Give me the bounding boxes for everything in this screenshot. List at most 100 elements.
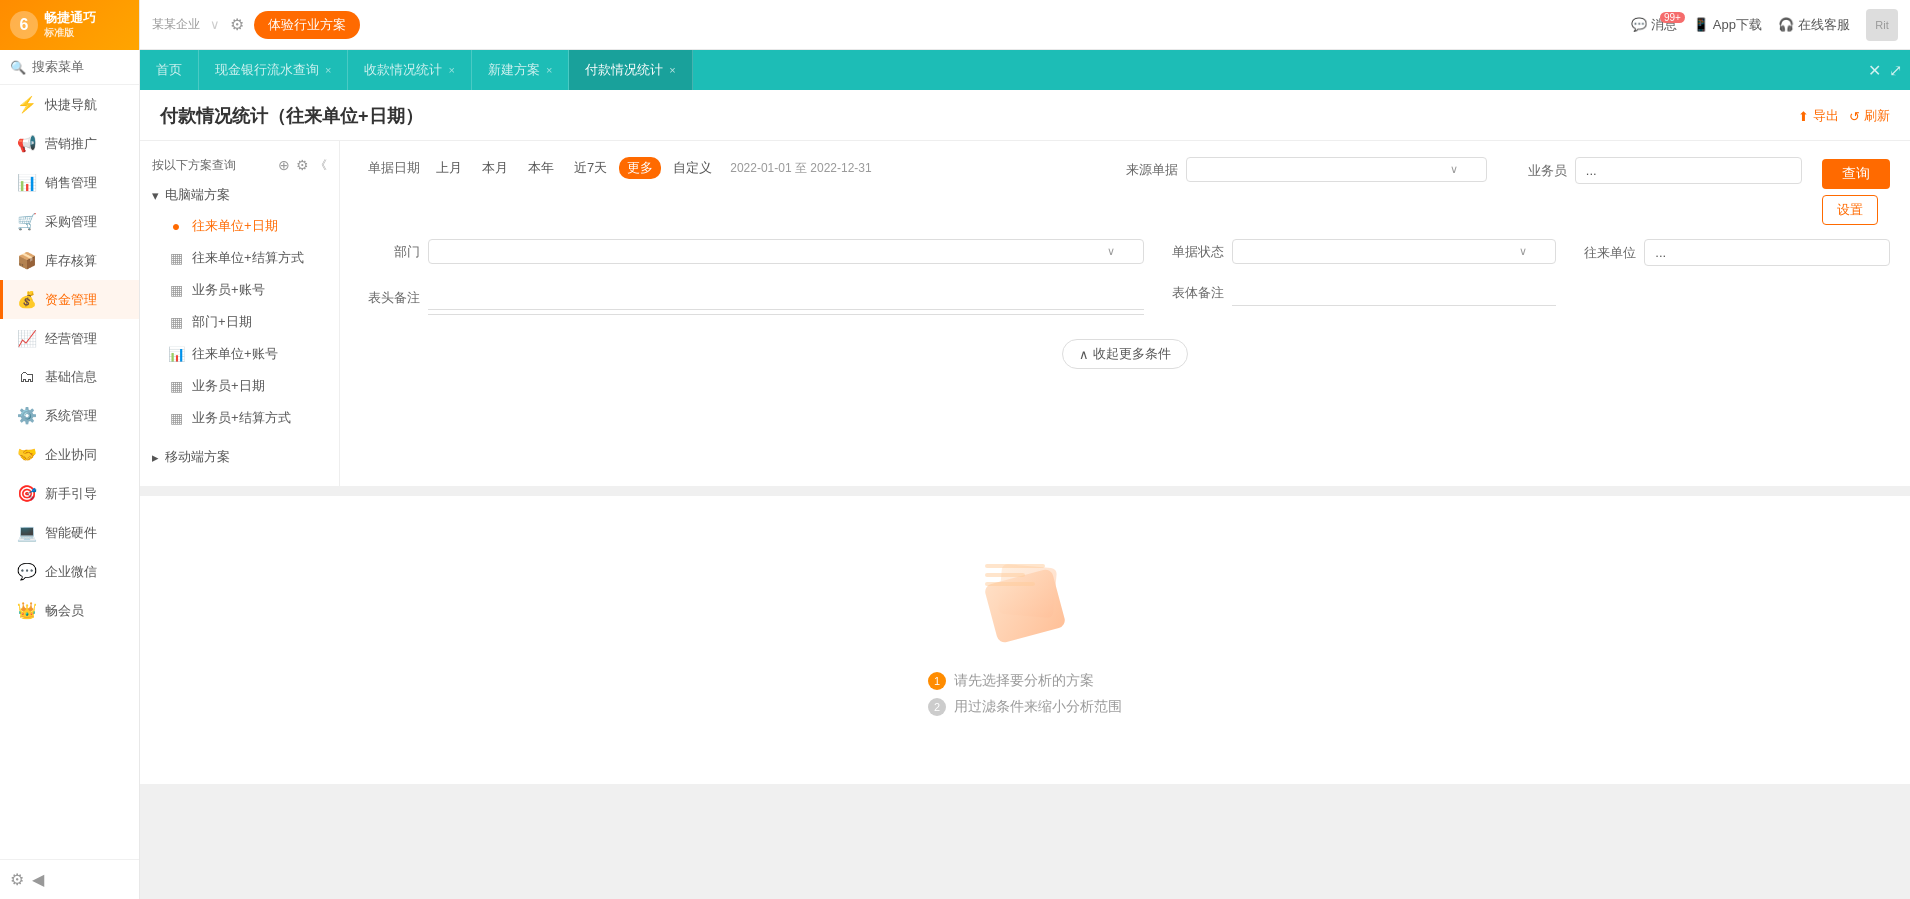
app-download-btn[interactable]: 📱 App下载: [1693, 16, 1762, 34]
refresh-btn[interactable]: ↺ 刷新: [1849, 107, 1890, 125]
sidebar-item-finance[interactable]: 💰 资金管理: [0, 280, 139, 319]
collapse-more-btn[interactable]: ∧ 收起更多条件: [1062, 339, 1188, 369]
date-tab-more[interactable]: 更多: [619, 157, 661, 179]
sidebar-item-marketing[interactable]: 📢 营销推广: [0, 124, 139, 163]
sidebar-item-member[interactable]: 👑 畅会员: [0, 591, 139, 630]
online-service-btn[interactable]: 🎧 在线客服: [1778, 16, 1850, 34]
date-tab-this-year[interactable]: 本年: [520, 157, 562, 179]
scheme-item-dept-date[interactable]: ▦ 部门+日期: [140, 306, 339, 338]
scheme-item-salesman-account[interactable]: ▦ 业务员+账号: [140, 274, 339, 306]
sidebar-item-sales[interactable]: 📊 销售管理: [0, 163, 139, 202]
date-tab-this-month[interactable]: 本月: [474, 157, 516, 179]
export-label: 导出: [1813, 107, 1839, 125]
collapse-row: ∧ 收起更多条件: [360, 329, 1890, 379]
scheme-item-salesman-payment[interactable]: ▦ 业务员+结算方式: [140, 402, 339, 434]
tab-receipts[interactable]: 收款情况统计 ×: [348, 50, 471, 90]
tab-close-icon[interactable]: ×: [546, 64, 552, 76]
scheme-add-icon[interactable]: ⊕: [278, 157, 290, 174]
tab-cash-flow[interactable]: 现金银行流水查询 ×: [199, 50, 348, 90]
export-btn[interactable]: ⬆ 导出: [1798, 107, 1839, 125]
sidebar-item-tutorial[interactable]: 🎯 新手引导: [0, 474, 139, 513]
source-select[interactable]: ∨: [1186, 157, 1487, 182]
desktop-group-header[interactable]: ▾ 电脑端方案: [140, 180, 339, 210]
mobile-group-arrow: ▸: [152, 450, 159, 465]
sidebar-item-operation[interactable]: 📈 经营管理: [0, 319, 139, 358]
breadcrumb: 某某企业: [152, 16, 200, 33]
scheme-settings-icon[interactable]: ⚙: [296, 157, 309, 174]
scheme-item-icon: ▦: [168, 250, 184, 266]
messages-badge: 99+: [1660, 12, 1685, 23]
partner-select[interactable]: ...: [1644, 239, 1890, 266]
main-content: 某某企业 ∨ ⚙ 体验行业方案 💬 消息 99+ 📱 App下载 🎧 在线客服 …: [140, 0, 1910, 899]
content: 付款情况统计（往来单位+日期） ⬆ 导出 ↺ 刷新 按以下方案查询 ⊕: [140, 90, 1910, 899]
message-icon: 💬: [1631, 17, 1647, 32]
scheme-item-partner-payment[interactable]: ▦ 往来单位+结算方式: [140, 242, 339, 274]
date-tab-7days[interactable]: 近7天: [566, 157, 615, 179]
salesman-label: 业务员: [1507, 162, 1567, 180]
topbar-settings-icon[interactable]: ⚙: [230, 15, 244, 34]
query-btn[interactable]: 查询: [1822, 159, 1890, 189]
header-note-field: 表头备注: [360, 280, 1144, 315]
status-select[interactable]: ∨: [1232, 239, 1556, 264]
sidebar-item-system[interactable]: ⚙️ 系统管理: [0, 396, 139, 435]
scheme-item-partner-date[interactable]: ● 往来单位+日期: [140, 210, 339, 242]
salesman-select[interactable]: ...: [1575, 157, 1802, 184]
sidebar-item-purchase[interactable]: 🛒 采购管理: [0, 202, 139, 241]
tab-close-icon[interactable]: ×: [669, 64, 675, 76]
header-note-input[interactable]: [428, 284, 1144, 310]
partner-label: 往来单位: [1576, 244, 1636, 262]
messages-btn[interactable]: 💬 消息 99+: [1631, 16, 1677, 34]
sidebar-item-hardware[interactable]: 💻 智能硬件: [0, 513, 139, 552]
body-note-label: 表体备注: [1164, 284, 1224, 302]
sidebar-item-cooperation[interactable]: 🤝 企业协同: [0, 435, 139, 474]
desktop-group-title: 电脑端方案: [165, 186, 230, 204]
sidebar-footer: ⚙ ◀: [0, 859, 139, 899]
scheme-panel: 按以下方案查询 ⊕ ⚙ 《 ▾ 电脑端方案 ● 往来单位+日期: [140, 141, 340, 486]
sidebar-item-inventory[interactable]: 📦 库存核算: [0, 241, 139, 280]
service-icon: 🎧: [1778, 17, 1794, 32]
empty-line-2: [985, 573, 1025, 577]
header-note-label: 表头备注: [360, 289, 420, 307]
scheme-item-label: 往来单位+日期: [192, 217, 278, 235]
tab-close-icon[interactable]: ×: [325, 64, 331, 76]
tab-label: 收款情况统计: [364, 61, 442, 79]
app-download-label: App下载: [1713, 16, 1762, 34]
dept-select[interactable]: ∨: [428, 239, 1144, 264]
expand-icon[interactable]: ⤢: [1889, 61, 1902, 80]
search-menu[interactable]: 🔍 搜索菜单: [0, 50, 139, 85]
user-avatar[interactable]: Rit: [1866, 9, 1898, 41]
body-note-input[interactable]: [1232, 280, 1556, 306]
settings-btn[interactable]: 设置: [1822, 195, 1878, 225]
empty-state: 1 请先选择要分析的方案 2 用过滤条件来缩小分析范围: [140, 496, 1910, 784]
sidebar-item-basic-info[interactable]: 🗂 基础信息: [0, 358, 139, 396]
sidebar-item-quick-nav[interactable]: ⚡ 快捷导航: [0, 85, 139, 124]
tab-payments[interactable]: 付款情况统计 ×: [569, 50, 692, 90]
collapse-sidebar-icon[interactable]: ◀: [32, 870, 44, 889]
empty-tips: 1 请先选择要分析的方案 2 用过滤条件来缩小分析范围: [928, 672, 1122, 724]
scheme-item-salesman-date[interactable]: ▦ 业务员+日期: [140, 370, 339, 402]
settings-footer-icon[interactable]: ⚙: [10, 870, 24, 889]
mobile-group-title: 移动端方案: [165, 448, 230, 466]
scheme-item-partner-account[interactable]: 📊 往来单位+账号: [140, 338, 339, 370]
tab-home[interactable]: 首页: [140, 50, 199, 90]
date-tab-custom[interactable]: 自定义: [665, 157, 720, 179]
cooperation-icon: 🤝: [17, 445, 37, 464]
tab-label: 首页: [156, 61, 182, 79]
trial-btn[interactable]: 体验行业方案: [254, 11, 360, 39]
scheme-collapse-icon[interactable]: 《: [315, 157, 327, 174]
finance-icon: 💰: [17, 290, 37, 309]
sidebar-item-weixin[interactable]: 💬 企业微信: [0, 552, 139, 591]
mobile-group-header[interactable]: ▸ 移动端方案: [140, 442, 339, 472]
sidebar-item-label: 智能硬件: [45, 524, 97, 542]
page-title: 付款情况统计（往来单位+日期）: [160, 104, 423, 140]
tabbar-actions: ✕ ⤢: [1860, 50, 1910, 90]
status-label: 单据状态: [1164, 243, 1224, 261]
close-all-tabs-icon[interactable]: ✕: [1868, 61, 1881, 80]
empty-tip-1: 1 请先选择要分析的方案: [928, 672, 1122, 690]
refresh-label: 刷新: [1864, 107, 1890, 125]
tab-close-icon[interactable]: ×: [448, 64, 454, 76]
tab-new-scheme[interactable]: 新建方案 ×: [472, 50, 569, 90]
date-tab-last-month[interactable]: 上月: [428, 157, 470, 179]
date-range-display: 2022-01-01 至 2022-12-31: [730, 160, 871, 177]
scheme-actions: ⊕ ⚙ 《: [278, 157, 327, 174]
